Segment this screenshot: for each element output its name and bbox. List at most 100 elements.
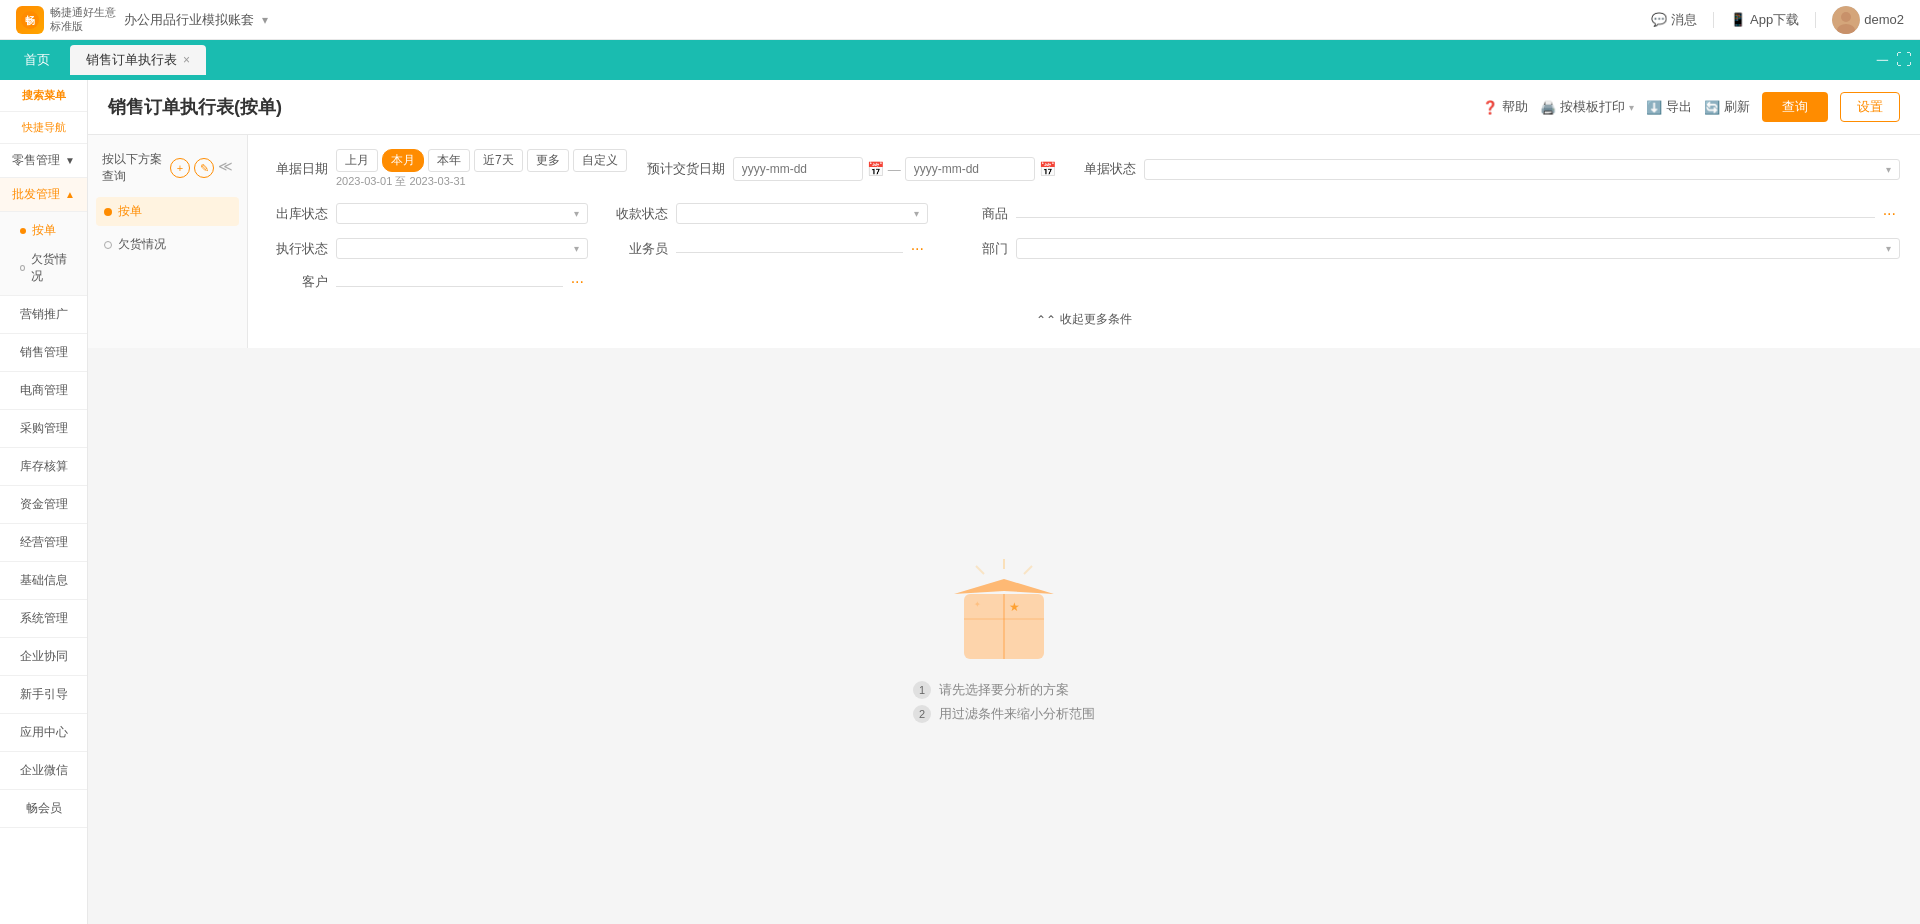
industry-label[interactable]: 办公用品行业模拟账套 [124, 11, 254, 29]
exec-status-label: 执行状态 [268, 240, 328, 258]
sidebar-item-retail[interactable]: 零售管理 ▼ [0, 144, 87, 178]
salesperson-input[interactable] [676, 244, 903, 253]
date-btn-this-month[interactable]: 本月 [382, 149, 424, 172]
date-btn-more[interactable]: 更多 [527, 149, 569, 172]
help-action[interactable]: ❓ 帮助 [1482, 98, 1528, 116]
sidebar-item-wechat[interactable]: 企业微信 [0, 752, 87, 790]
sidebar-item-member[interactable]: 畅会员 [0, 790, 87, 828]
tab-close-icon[interactable]: × [183, 53, 190, 67]
sidebar-item-inventory[interactable]: 库存核算 [0, 448, 87, 486]
sidebar-item-marketing[interactable]: 营销推广 [0, 296, 87, 334]
dept-select[interactable]: ▾ [1016, 238, 1900, 259]
sidebar-item-newbie[interactable]: 新手引导 [0, 676, 87, 714]
sidebar-item-enterprise[interactable]: 企业协同 [0, 638, 87, 676]
edit-plan-icon[interactable]: ✎ [194, 158, 214, 178]
export-action[interactable]: ⬇️ 导出 [1646, 98, 1692, 116]
empty-illustration-svg: ★ ✦ [944, 549, 1064, 669]
sidebar-item-purchase[interactable]: 采购管理 [0, 410, 87, 448]
filter-header-icons: + ✎ ≪ [170, 158, 233, 178]
receive-status-chevron: ▾ [914, 208, 919, 219]
customer-label: 客户 [268, 273, 328, 291]
date-range-text: 2023-03-01 至 2023-03-31 [336, 174, 627, 189]
sidebar-item-operations[interactable]: 经营管理 [0, 524, 87, 562]
expected-date-start[interactable] [733, 157, 863, 181]
sidebar-wholesale-arrow: ▲ [65, 189, 75, 200]
help-icon: ❓ [1482, 100, 1498, 115]
receive-status-label: 收款状态 [608, 205, 668, 223]
single-status-select[interactable]: ▾ [1144, 159, 1900, 180]
sidebar-retail-arrow: ▼ [65, 155, 75, 166]
query-button[interactable]: 查询 [1762, 92, 1828, 122]
industry-dropdown-icon[interactable]: ▾ [262, 13, 268, 27]
refresh-action[interactable]: 🔄 刷新 [1704, 98, 1750, 116]
date-btn-7days[interactable]: 近7天 [474, 149, 523, 172]
date-btn-last-month[interactable]: 上月 [336, 149, 378, 172]
tab-minimize-icon[interactable]: ─ [1877, 51, 1888, 69]
expected-date-end[interactable] [905, 157, 1035, 181]
filter-row-4: 客户 ··· [268, 273, 1900, 291]
sidebar-sub-欠货情况[interactable]: 欠货情况 [12, 245, 75, 291]
logo-box: 畅 畅捷通好生意 标准版 [16, 6, 116, 34]
app-download-action[interactable]: 📱 App下载 [1730, 11, 1799, 29]
cal-icon-2[interactable]: 📅 [1039, 161, 1056, 177]
logo-icon: 畅 [16, 6, 44, 34]
salesperson-dots-icon[interactable]: ··· [907, 240, 928, 258]
field-single-date: 单据日期 上月 本月 本年 近7天 更多 自定义 2023-03-01 至 20… [268, 149, 627, 189]
date-btn-custom[interactable]: 自定义 [573, 149, 627, 172]
svg-text:★: ★ [1009, 600, 1020, 614]
sidebar-sub-按单[interactable]: 按单 [12, 216, 75, 245]
message-action[interactable]: 💬 消息 [1651, 11, 1697, 29]
receive-status-select[interactable]: ▾ [676, 203, 928, 224]
logo-text: 畅捷通好生意 标准版 [50, 6, 116, 32]
sidebar-item-app-center[interactable]: 应用中心 [0, 714, 87, 752]
filter-menu-欠货情况[interactable]: 欠货情况 [96, 230, 239, 259]
collapse-button[interactable]: ⌃⌃ 收起更多条件 [1036, 311, 1132, 328]
avatar [1832, 6, 1860, 34]
customer-input[interactable] [336, 278, 563, 287]
sidebar-item-sales[interactable]: 销售管理 [0, 334, 87, 372]
svg-marker-6 [954, 579, 1054, 594]
sidebar-item-wholesale[interactable]: 批发管理 ▲ [0, 178, 87, 212]
sidebar-item-ecommerce[interactable]: 电商管理 [0, 372, 87, 410]
date-btn-group: 上月 本月 本年 近7天 更多 自定义 [336, 149, 627, 172]
sidebar-item-basic[interactable]: 基础信息 [0, 562, 87, 600]
sidebar-item-system[interactable]: 系统管理 [0, 600, 87, 638]
field-dept: 部门 ▾ [948, 238, 1900, 259]
filter-panel: 按以下方案查询 + ✎ ≪ 按单 欠货情况 [88, 135, 1920, 348]
date-btn-this-year[interactable]: 本年 [428, 149, 470, 172]
user-action[interactable]: demo2 [1832, 6, 1904, 34]
dept-chevron: ▾ [1886, 243, 1891, 254]
out-status-chevron: ▾ [574, 208, 579, 219]
top-bar-left: 畅 畅捷通好生意 标准版 办公用品行业模拟账套 ▾ [16, 6, 268, 34]
filter-menu-按单[interactable]: 按单 [96, 197, 239, 226]
divider1 [1713, 12, 1714, 28]
collapse-left-icon[interactable]: ≪ [218, 158, 233, 178]
exec-status-select[interactable]: ▾ [336, 238, 588, 259]
export-icon: ⬇️ [1646, 100, 1662, 115]
tab-active-label: 销售订单执行表 [86, 51, 177, 69]
field-single-status: 单据状态 ▾ [1076, 159, 1900, 180]
goods-dots-icon[interactable]: ··· [1879, 205, 1900, 223]
sidebar-search[interactable]: 搜索菜单 [0, 80, 87, 112]
print-icon: 🖨️ [1540, 100, 1556, 115]
out-status-select[interactable]: ▾ [336, 203, 588, 224]
exec-status-chevron: ▾ [574, 243, 579, 254]
expected-date-label: 预计交货日期 [647, 160, 725, 178]
svg-line-13 [976, 566, 984, 574]
settings-button[interactable]: 设置 [1840, 92, 1900, 122]
field-goods: 商品 ··· [948, 205, 1900, 223]
tab-home[interactable]: 首页 [8, 45, 66, 75]
empty-tip-2: 2 用过滤条件来缩小分析范围 [913, 705, 1095, 723]
empty-tips: 1 请先选择要分析的方案 2 用过滤条件来缩小分析范围 [913, 681, 1095, 723]
goods-input[interactable] [1016, 209, 1875, 218]
top-bar: 畅 畅捷通好生意 标准版 办公用品行业模拟账套 ▾ 💬 消息 📱 App下载 d… [0, 0, 1920, 40]
cal-icon-1[interactable]: 📅 [867, 161, 884, 177]
tab-fullscreen-icon[interactable]: ⛶ [1896, 51, 1912, 69]
sidebar-quick-nav[interactable]: 快捷导航 [0, 112, 87, 144]
customer-dots-icon[interactable]: ··· [567, 273, 588, 291]
filter-plan-label: 按以下方案查询 [102, 151, 170, 185]
add-plan-icon[interactable]: + [170, 158, 190, 178]
tab-active[interactable]: 销售订单执行表 × [70, 45, 206, 75]
print-action[interactable]: 🖨️ 按模板打印 ▾ [1540, 98, 1634, 116]
sidebar-item-finance[interactable]: 资金管理 [0, 486, 87, 524]
